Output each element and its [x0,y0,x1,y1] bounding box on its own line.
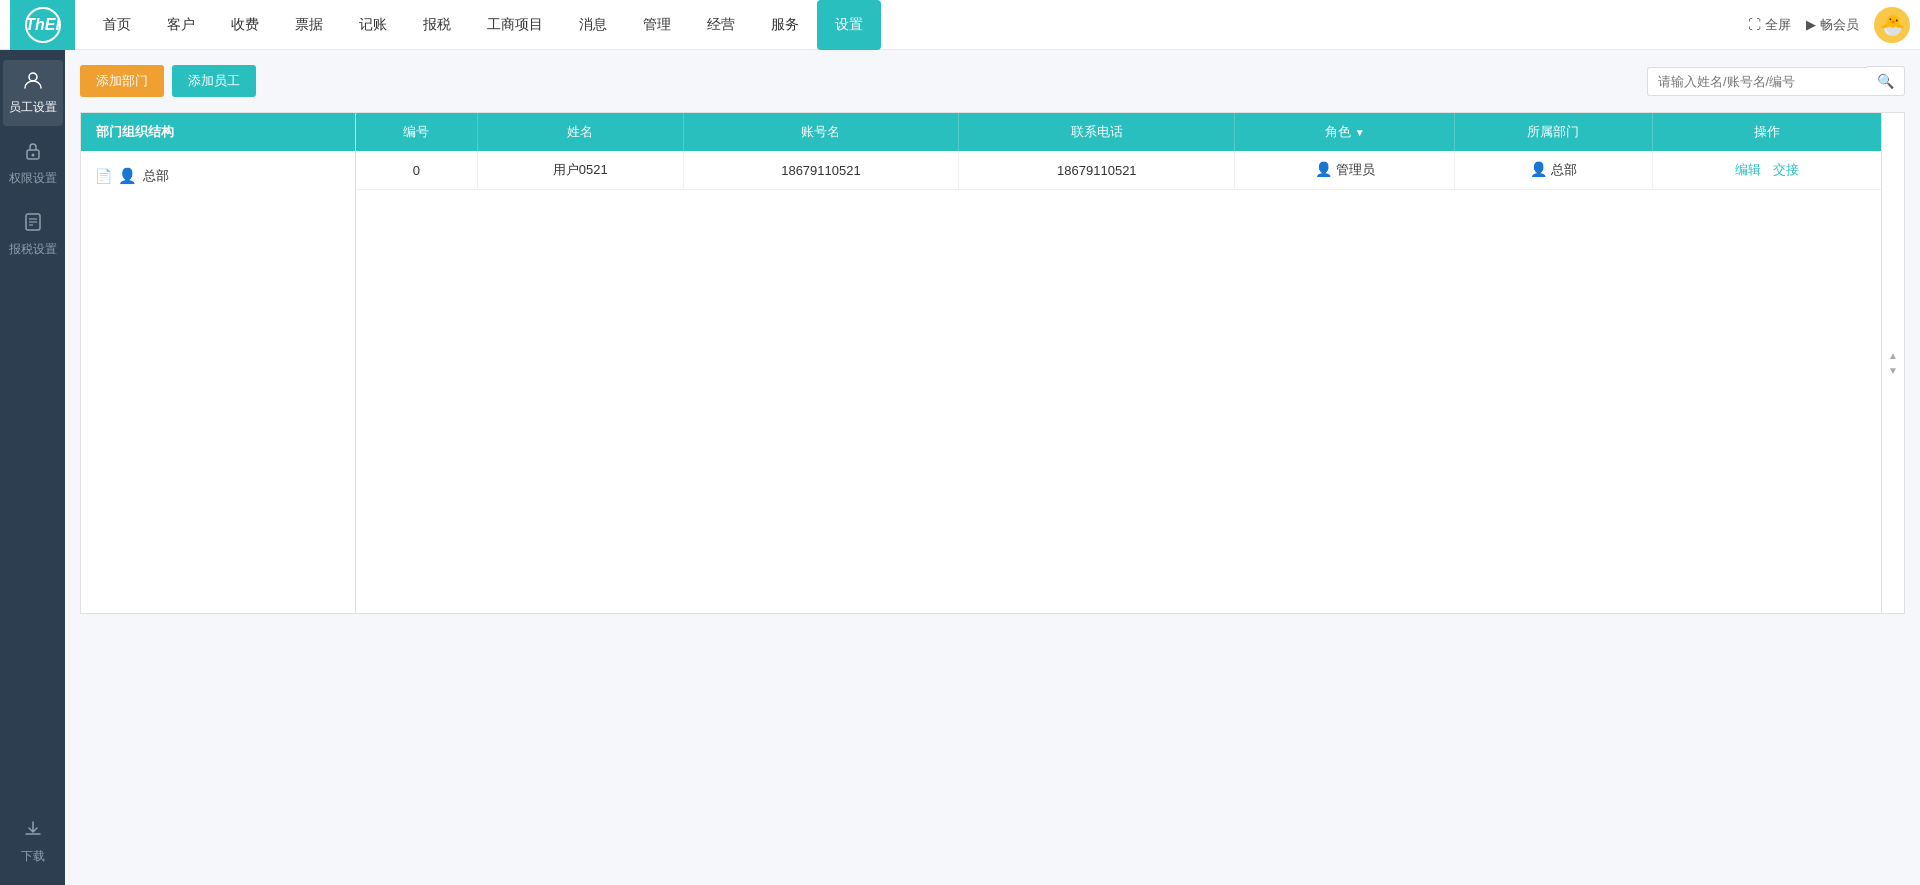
add-emp-button[interactable]: 添加员工 [172,65,256,97]
dept-tree-body: 📄 👤 总部 [81,151,355,201]
file-icon: 📄 [95,168,112,184]
cell-actions: 编辑 交接 [1652,151,1881,190]
left-sidebar: 员工设置 权限设置 报税设置 [0,50,65,885]
nav-item-消息[interactable]: 消息 [561,0,625,50]
cell-name: 用户0521 [477,151,683,190]
dept-person-icon: 👤 [118,167,137,185]
lock-icon [23,141,43,166]
main-layout: 员工设置 权限设置 报税设置 [0,50,1920,885]
nav-items: 首页客户收费票据记账报税工商项目消息管理经营服务设置 [85,0,1748,50]
dept-tree: 部门组织结构 📄 👤 总部 [81,113,356,613]
col-id: 编号 [356,113,477,151]
nav-item-经营[interactable]: 经营 [689,0,753,50]
nav-item-首页[interactable]: 首页 [85,0,149,50]
col-role-label: 角色 [1325,124,1351,139]
scroll-up-arrow[interactable]: ▲ [1886,348,1900,363]
cell-dept: 👤总部 [1455,151,1652,190]
search-input[interactable] [1647,67,1867,96]
search-area: 🔍 [1647,66,1905,96]
sidebar-item-employee[interactable]: 员工设置 [3,60,63,126]
col-role: 角色 ▼ [1235,113,1455,151]
top-nav: ThEI 首页客户收费票据记账报税工商项目消息管理经营服务设置 ⛶ 全屏 ▶ 畅… [0,0,1920,50]
nav-item-设置[interactable]: 设置 [817,0,881,50]
fullscreen-label: 全屏 [1765,16,1791,34]
table-wrapper: 部门组织结构 📄 👤 总部 编号 姓名 账号名 [80,112,1905,614]
col-name: 姓名 [477,113,683,151]
nav-item-管理[interactable]: 管理 [625,0,689,50]
sidebar-label-permission: 权限设置 [9,170,57,187]
content-area: 添加部门 添加员工 🔍 部门组织结构 📄 👤 总部 [65,50,1920,885]
cell-id: 0 [356,151,477,190]
toolbar: 添加部门 添加员工 🔍 [80,65,1905,97]
emp-table: 编号 姓名 账号名 联系电话 角色 ▼ 所属部门 操作 [356,113,1881,613]
sidebar-item-permission[interactable]: 权限设置 [3,131,63,197]
scroll-arrows: ▲ ▼ [1881,113,1904,613]
nav-right: ⛶ 全屏 ▶ 畅会员 🐣 [1748,7,1910,43]
transfer-action[interactable]: 交接 [1773,162,1799,177]
edit-action[interactable]: 编辑 [1735,162,1761,177]
nav-item-报税[interactable]: 报税 [405,0,469,50]
nav-item-工商项目[interactable]: 工商项目 [469,0,561,50]
fullscreen-btn[interactable]: ⛶ 全屏 [1748,16,1791,34]
svg-point-2 [31,154,34,157]
member-btn[interactable]: ▶ 畅会员 [1806,16,1859,34]
logo-icon: ThEI [25,7,61,43]
play-icon: ▶ [1806,17,1816,32]
member-label: 畅会员 [1820,16,1859,34]
person-icon [23,70,43,95]
sidebar-label-download: 下载 [21,848,45,865]
dept-item-root[interactable]: 📄 👤 总部 [91,161,345,191]
col-actions: 操作 [1652,113,1881,151]
employee-table: 编号 姓名 账号名 联系电话 角色 ▼ 所属部门 操作 [356,113,1881,190]
table-row: 0 用户0521 18679110521 18679110521 👤管理员 👤总… [356,151,1881,190]
table-body: 0 用户0521 18679110521 18679110521 👤管理员 👤总… [356,151,1881,190]
search-button[interactable]: 🔍 [1867,66,1905,96]
sidebar-label-tax: 报税设置 [9,241,57,258]
nav-item-票据[interactable]: 票据 [277,0,341,50]
nav-item-收费[interactable]: 收费 [213,0,277,50]
dept-tree-header: 部门组织结构 [81,113,355,151]
sidebar-item-download[interactable]: 下载 [3,809,63,875]
nav-item-记账[interactable]: 记账 [341,0,405,50]
cell-account: 18679110521 [683,151,959,190]
nav-item-服务[interactable]: 服务 [753,0,817,50]
filter-icon[interactable]: ▼ [1355,127,1365,138]
nav-item-客户[interactable]: 客户 [149,0,213,50]
cell-role: 👤管理员 [1235,151,1455,190]
dept-item-label: 总部 [143,167,169,185]
add-dept-button[interactable]: 添加部门 [80,65,164,97]
col-account: 账号名 [683,113,959,151]
col-phone: 联系电话 [959,113,1235,151]
sidebar-label-employee: 员工设置 [9,99,57,116]
table-header: 编号 姓名 账号名 联系电话 角色 ▼ 所属部门 操作 [356,113,1881,151]
scroll-down-arrow[interactable]: ▼ [1886,363,1900,378]
avatar[interactable]: 🐣 [1874,7,1910,43]
svg-point-0 [29,73,37,81]
tax-icon [23,212,43,237]
fullscreen-icon: ⛶ [1748,17,1761,32]
col-dept: 所属部门 [1455,113,1652,151]
download-icon [23,819,43,844]
logo-area: ThEI [10,0,75,50]
sidebar-item-tax[interactable]: 报税设置 [3,202,63,268]
cell-phone: 18679110521 [959,151,1235,190]
